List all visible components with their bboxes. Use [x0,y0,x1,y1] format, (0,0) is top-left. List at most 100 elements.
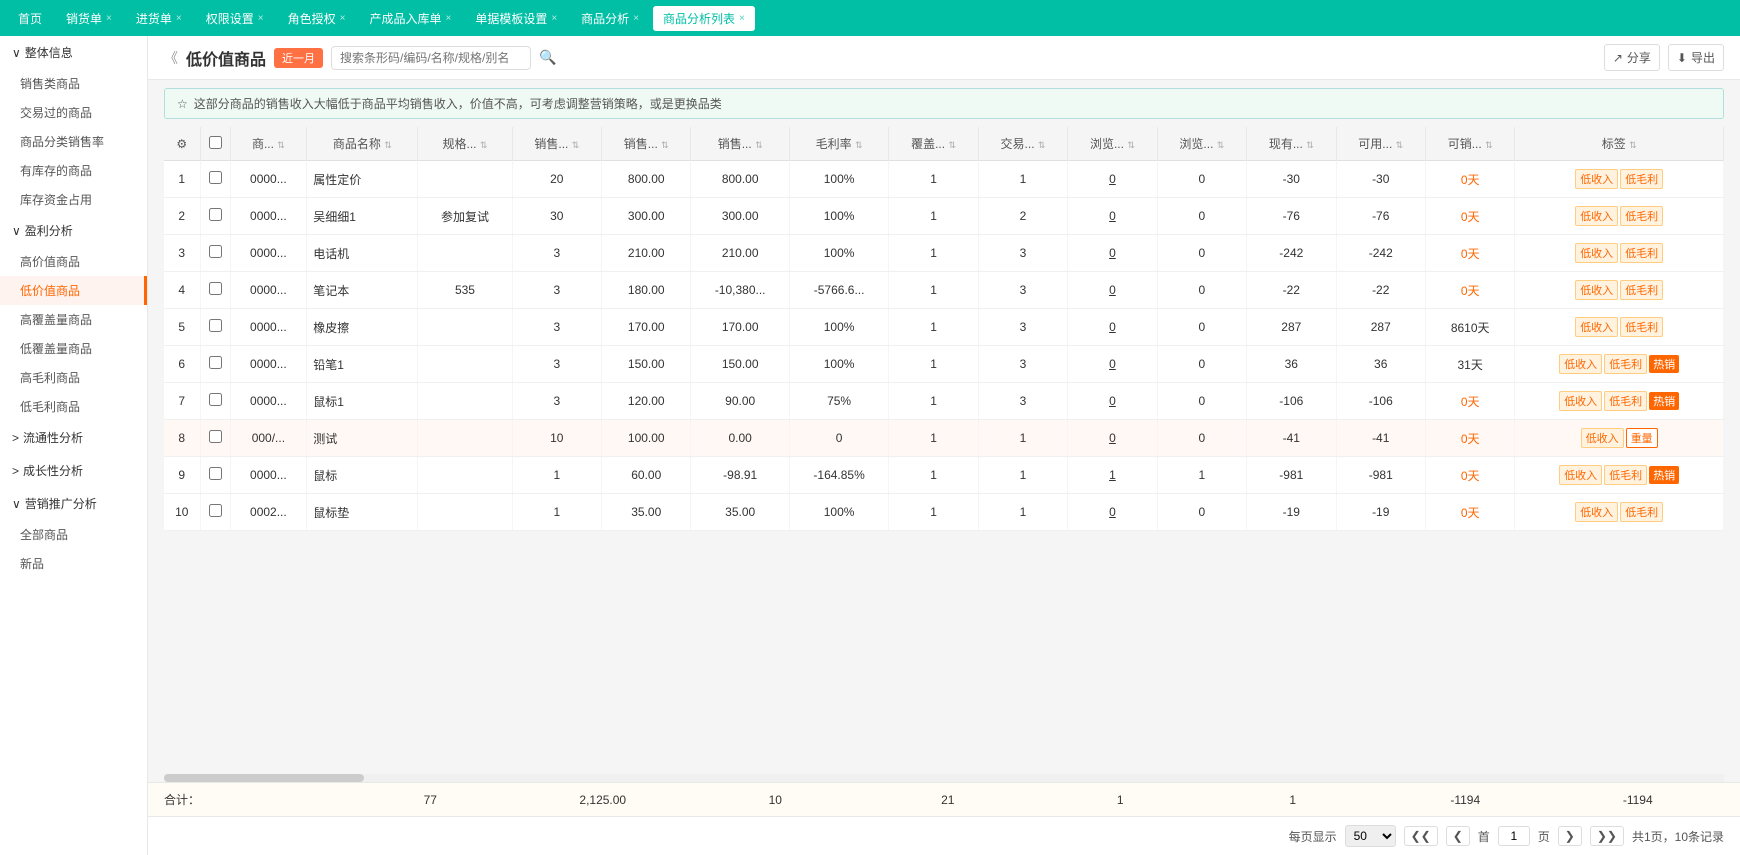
cell-browse1[interactable]: 0 [1068,272,1157,309]
browse-link[interactable]: 0 [1109,431,1116,445]
close-icon[interactable]: × [106,13,112,24]
sidebar-group-circulation[interactable]: > 流通性分析 [0,421,147,454]
sidebar-item-low-value[interactable]: 低价值商品 [0,276,147,305]
row-checkbox[interactable] [209,504,222,517]
nav-product-analysis-list[interactable]: 商品分析列表× [653,6,755,31]
sidebar-item-high-margin[interactable]: 高毛利商品 [0,363,147,392]
page-number-input[interactable] [1498,826,1530,846]
col-spec[interactable]: 规格... ⇅ [418,127,512,161]
cell-browse1[interactable]: 0 [1068,420,1157,457]
cell-check[interactable] [200,161,230,198]
horizontal-scrollbar[interactable] [164,774,1724,782]
col-sales-qty[interactable]: 销售... ⇅ [512,127,601,161]
col-gear[interactable]: ⚙ [164,127,200,161]
cell-browse1[interactable]: 1 [1068,457,1157,494]
cell-check[interactable] [200,494,230,531]
sidebar-item-sales-products[interactable]: 销售类商品 [0,69,147,98]
time-filter-btn[interactable]: 近一月 [274,48,323,68]
table-container[interactable]: ⚙ 商... ⇅ 商品名称 ⇅ 规格... ⇅ 销售... ⇅ 销售... ⇅ … [148,127,1740,774]
browse-link[interactable]: 0 [1109,172,1116,186]
nav-home[interactable]: 首页 [8,6,52,31]
cell-check[interactable] [200,420,230,457]
col-name[interactable]: 商品名称 ⇅ [307,127,418,161]
col-sales-avg[interactable]: 销售... ⇅ [691,127,789,161]
first-page-button[interactable]: ❮❮ [1404,826,1438,846]
close-icon[interactable]: × [551,13,557,24]
sidebar-item-low-margin[interactable]: 低毛利商品 [0,392,147,421]
col-browse1[interactable]: 浏览... ⇅ [1068,127,1157,161]
close-icon[interactable]: × [258,13,264,24]
row-checkbox[interactable] [209,282,222,295]
browse-link[interactable]: 0 [1109,394,1116,408]
cell-check[interactable] [200,235,230,272]
nav-permission-settings[interactable]: 权限设置× [196,6,274,31]
cell-browse1[interactable]: 0 [1068,198,1157,235]
sidebar-item-high-coverage[interactable]: 高覆盖量商品 [0,305,147,334]
nav-role-auth[interactable]: 角色授权× [278,6,356,31]
cell-browse1[interactable]: 0 [1068,235,1157,272]
nav-product-storage[interactable]: 产成品入库单× [359,6,461,31]
sidebar-item-high-value[interactable]: 高价值商品 [0,247,147,276]
sidebar-group-marketing[interactable]: ∨ 营销推广分析 [0,487,147,520]
next-page-button[interactable]: ❯ [1558,826,1582,846]
sidebar-item-stock-capital[interactable]: 库存资金占用 [0,185,147,214]
cell-browse1[interactable]: 0 [1068,494,1157,531]
cell-browse1[interactable]: 0 [1068,346,1157,383]
cell-check[interactable] [200,309,230,346]
col-code[interactable]: 商... ⇅ [230,127,307,161]
browse-link[interactable]: 0 [1109,320,1116,334]
sidebar-item-low-coverage[interactable]: 低覆盖量商品 [0,334,147,363]
cell-browse1[interactable]: 0 [1068,309,1157,346]
col-browse2[interactable]: 浏览... ⇅ [1157,127,1246,161]
row-checkbox[interactable] [209,393,222,406]
browse-link[interactable]: 0 [1109,246,1116,260]
col-sales-income[interactable]: 销售... ⇅ [602,127,691,161]
cell-check[interactable] [200,457,230,494]
browse-link[interactable]: 0 [1109,357,1116,371]
export-button[interactable]: ⬇ 导出 [1668,44,1724,71]
col-current[interactable]: 现有... ⇅ [1247,127,1336,161]
nav-sales-order[interactable]: 销货单× [56,6,122,31]
col-available[interactable]: 可用... ⇅ [1336,127,1425,161]
cell-check[interactable] [200,272,230,309]
browse-link[interactable]: 0 [1109,283,1116,297]
collapse-sidebar-btn[interactable]: 《 [164,48,178,68]
row-checkbox[interactable] [209,430,222,443]
share-button[interactable]: ↗ 分享 [1604,44,1660,71]
page-size-select[interactable]: 50 100 200 [1345,825,1396,847]
last-page-button[interactable]: ❯❯ [1590,826,1624,846]
nav-product-analysis[interactable]: 商品分析× [571,6,649,31]
cell-check[interactable] [200,346,230,383]
browse-link[interactable]: 1 [1109,468,1116,482]
col-saleable[interactable]: 可销... ⇅ [1425,127,1514,161]
close-icon[interactable]: × [633,13,639,24]
search-icon[interactable]: 🔍 [539,49,556,66]
nav-purchase-order[interactable]: 进货单× [126,6,192,31]
scrollbar-thumb[interactable] [164,774,364,782]
sidebar-item-stock-products[interactable]: 有库存的商品 [0,156,147,185]
prev-page-button[interactable]: ❮ [1446,826,1470,846]
row-checkbox[interactable] [209,467,222,480]
search-input[interactable] [331,46,531,70]
browse-link[interactable]: 0 [1109,209,1116,223]
sidebar-group-growth[interactable]: > 成长性分析 [0,454,147,487]
close-icon[interactable]: × [176,13,182,24]
sidebar-group-profit[interactable]: ∨ 盈利分析 [0,214,147,247]
close-icon[interactable]: × [445,13,451,24]
row-checkbox[interactable] [209,171,222,184]
sidebar-item-all-products[interactable]: 全部商品 [0,520,147,549]
row-checkbox[interactable] [209,208,222,221]
cell-browse1[interactable]: 0 [1068,161,1157,198]
select-all-checkbox[interactable] [209,136,222,149]
row-checkbox[interactable] [209,319,222,332]
sidebar-item-category-sales-rate[interactable]: 商品分类销售率 [0,127,147,156]
col-transaction[interactable]: 交易... ⇅ [978,127,1067,161]
sidebar-group-overall[interactable]: ∨ 整体信息 [0,36,147,69]
cell-browse1[interactable]: 0 [1068,383,1157,420]
browse-link[interactable]: 0 [1109,505,1116,519]
cell-check[interactable] [200,383,230,420]
cell-check[interactable] [200,198,230,235]
close-icon[interactable]: × [340,13,346,24]
col-coverage[interactable]: 覆盖... ⇅ [889,127,978,161]
col-check[interactable] [200,127,230,161]
